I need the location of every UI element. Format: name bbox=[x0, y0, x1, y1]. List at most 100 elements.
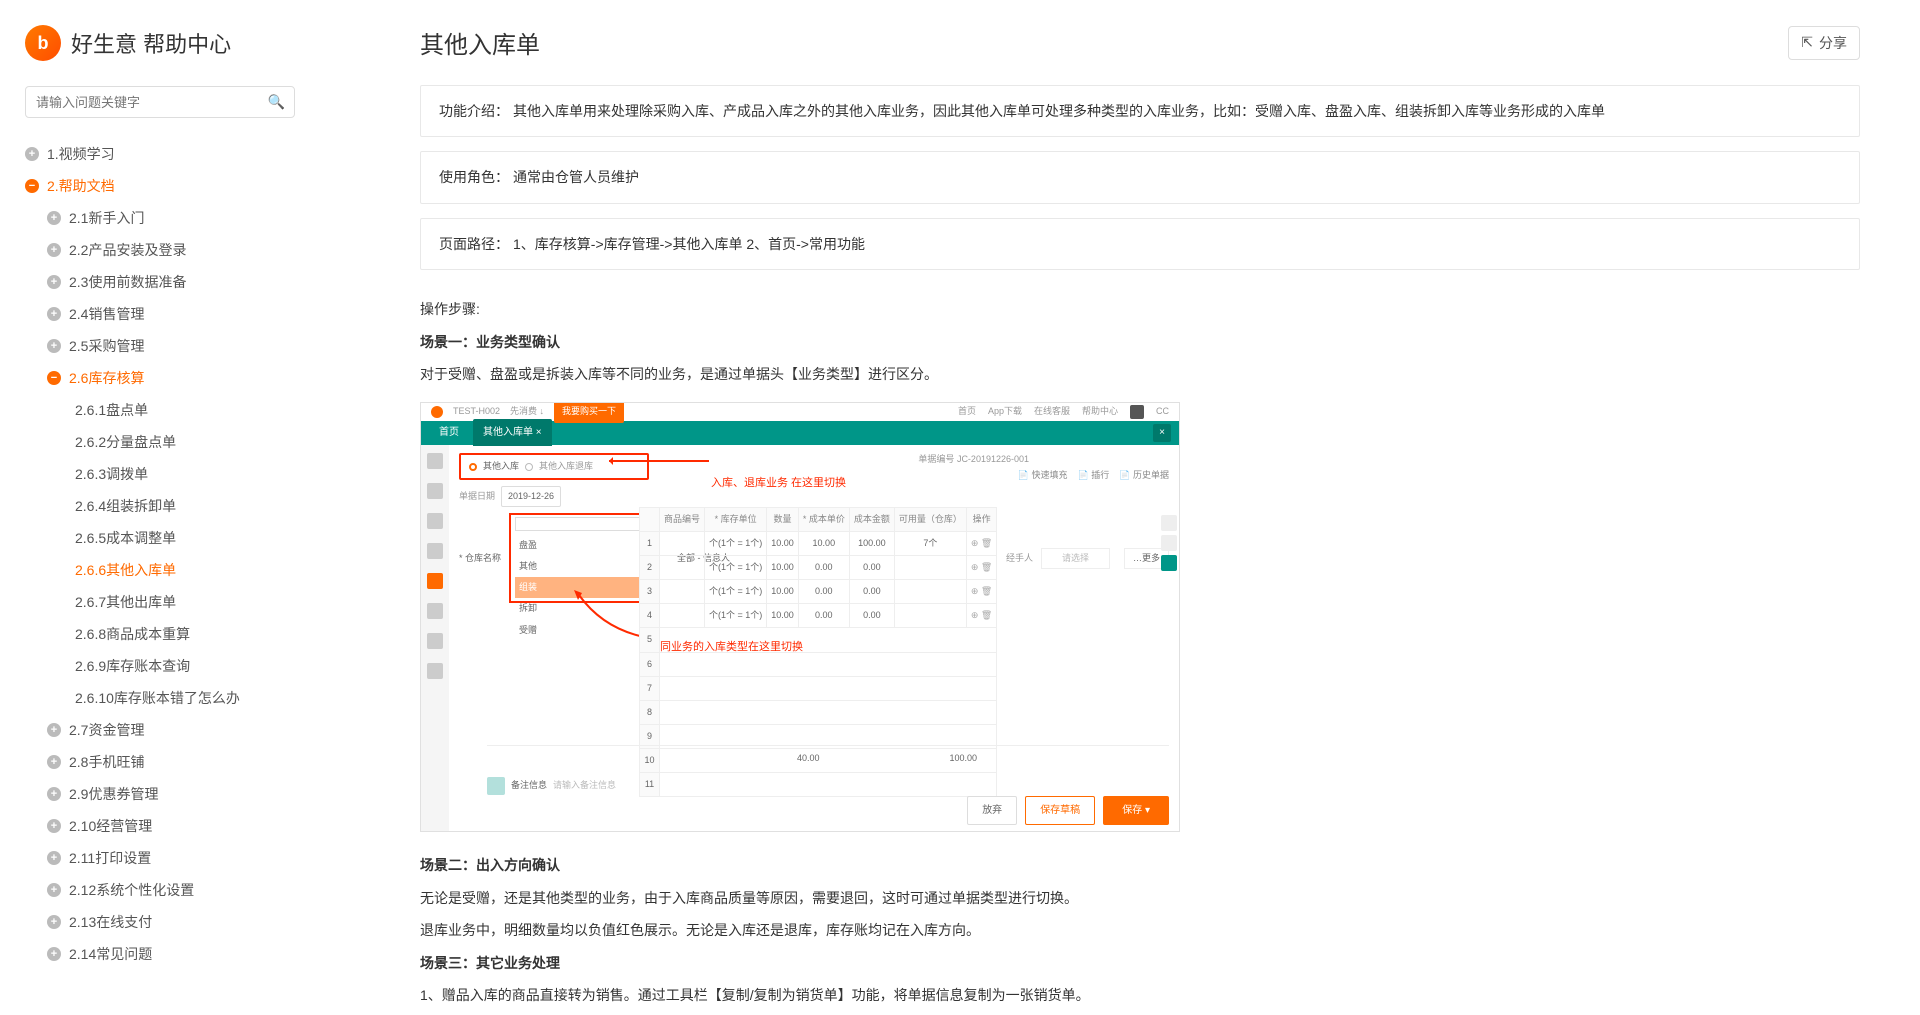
ss-link-home[interactable]: 首页 bbox=[958, 403, 976, 420]
search-icon[interactable]: 🔍 bbox=[268, 94, 285, 111]
ss-rb-icon[interactable] bbox=[1161, 555, 1177, 571]
scene3-p1: 1、赠品入库的商品直接转为销售。通过工具栏【复制/复制为销货单】功能，将单据信息… bbox=[420, 982, 1860, 1009]
ss-side-icon[interactable] bbox=[427, 483, 443, 499]
ss-link-service[interactable]: 在线客服 bbox=[1034, 403, 1070, 420]
nav-2-5[interactable]: +2.5采购管理 bbox=[25, 330, 295, 362]
ss-side-icon[interactable] bbox=[427, 603, 443, 619]
table-row[interactable]: 2个(1个 = 1个)10.000.000.00⊕ 🗑 bbox=[640, 556, 997, 580]
ss-side-icon[interactable] bbox=[427, 543, 443, 559]
share-label: 分享 bbox=[1819, 33, 1847, 53]
nav: +1.视频学习 −2.帮助文档 +2.1新手入门 +2.2产品安装及登录 +2.… bbox=[25, 138, 295, 970]
table-row[interactable]: 7 bbox=[640, 676, 997, 700]
nav-video[interactable]: +1.视频学习 bbox=[25, 138, 295, 170]
ss-save-button[interactable]: 保存 ▾ bbox=[1103, 796, 1169, 825]
nav-2-10[interactable]: +2.10经营管理 bbox=[25, 810, 295, 842]
scene2-p2: 退库业务中，明细数量均以负值红色展示。无论是入库还是退库，库存账均记在入库方向。 bbox=[420, 917, 1860, 944]
ss-side-icon[interactable] bbox=[427, 633, 443, 649]
path-box: 页面路径：1、库存核算->库存管理->其他入库单 2、首页->常用功能 bbox=[420, 218, 1860, 270]
ss-close-icon[interactable]: × bbox=[1153, 424, 1171, 442]
ss-tab-home[interactable]: 首页 bbox=[429, 419, 469, 446]
ss-user: CC bbox=[1156, 403, 1169, 420]
table-row[interactable]: 8 bbox=[640, 700, 997, 724]
search-input[interactable] bbox=[25, 86, 295, 118]
table-row[interactable]: 3个(1个 = 1个)10.000.000.00⊕ 🗑 bbox=[640, 580, 997, 604]
nav-2-7[interactable]: +2.7资金管理 bbox=[25, 714, 295, 746]
ss-jsr-label: 经手人 bbox=[1006, 550, 1033, 567]
nav-2-8[interactable]: +2.8手机旺铺 bbox=[25, 746, 295, 778]
sidebar: b 好生意 帮助中心 🔍 +1.视频学习 −2.帮助文档 +2.1新手入门 +2… bbox=[0, 0, 320, 1015]
ss-goto: 先消费 ↓ bbox=[510, 403, 544, 420]
ss-rightbar bbox=[1161, 515, 1179, 571]
nav-2-2[interactable]: +2.2产品安装及登录 bbox=[25, 234, 295, 266]
radio-icon[interactable] bbox=[525, 463, 533, 471]
nav-2-6-2[interactable]: 2.6.2分量盘点单 bbox=[25, 426, 295, 458]
ss-tool-history[interactable]: 历史单据 bbox=[1119, 467, 1169, 484]
ss-totals: 40.00 100.00 bbox=[487, 745, 1169, 771]
radio-icon[interactable] bbox=[469, 463, 477, 471]
nav-2-3[interactable]: +2.3使用前数据准备 bbox=[25, 266, 295, 298]
nav-2-6-5[interactable]: 2.6.5成本调整单 bbox=[25, 522, 295, 554]
ss-tab-current[interactable]: 其他入库单 × bbox=[473, 419, 552, 446]
ss-buy-button[interactable]: 我要购买一下 bbox=[554, 402, 624, 423]
brand-row: b 好生意 帮助中心 bbox=[25, 25, 295, 61]
ss-rb-icon[interactable] bbox=[1161, 515, 1177, 531]
nav-2-6[interactable]: −2.6库存核算 bbox=[25, 362, 295, 394]
nav-docs[interactable]: −2.帮助文档 bbox=[25, 170, 295, 202]
ss-side-icon-active[interactable] bbox=[427, 573, 443, 589]
nav-2-6-3[interactable]: 2.6.3调拨单 bbox=[25, 458, 295, 490]
role-label: 使用角色： bbox=[439, 169, 509, 185]
ss-dd-opt[interactable]: 其他 bbox=[515, 556, 643, 577]
table-row[interactable]: 4个(1个 = 1个)10.000.000.00⊕ 🗑 bbox=[640, 604, 997, 628]
ss-main: 单据编号 JC-20191226-001 其他入库 其他入库退库 入库、退库业务… bbox=[449, 445, 1179, 831]
ss-side-icon[interactable] bbox=[427, 663, 443, 679]
ss-date-input[interactable]: 2019-12-26 bbox=[501, 486, 561, 507]
steps-section: 操作步骤: 场景一：业务类型确认 对于受赠、盘盈或是拆装入库等不同的业务，是通过… bbox=[420, 296, 1860, 1009]
ss-tool-insert[interactable]: 插行 bbox=[1078, 467, 1110, 484]
nav-2-4[interactable]: +2.4销售管理 bbox=[25, 298, 295, 330]
ss-remark-input[interactable]: 请输入备注信息 bbox=[553, 777, 616, 794]
logo-icon: b bbox=[25, 25, 61, 61]
ss-wh-label: * 仓库名称 bbox=[459, 550, 501, 567]
ss-tool-fill[interactable]: 快速填充 bbox=[1018, 467, 1068, 484]
ss-test-label: TEST-H002 bbox=[453, 403, 500, 420]
ss-dd-opt[interactable]: 盘盈 bbox=[515, 535, 643, 556]
ss-toolbar: 快速填充 插行 历史单据 bbox=[1018, 467, 1169, 484]
nav-2-6-4[interactable]: 2.6.4组装拆卸单 bbox=[25, 490, 295, 522]
share-icon: ⇱ bbox=[1801, 34, 1813, 51]
nav-2-6-6[interactable]: 2.6.6其他入库单 bbox=[25, 554, 295, 586]
ss-radio1[interactable]: 其他入库 bbox=[483, 458, 519, 475]
ss-dropdown-input[interactable] bbox=[515, 517, 643, 531]
intro-label: 功能介绍： bbox=[439, 103, 509, 119]
nav-2-11[interactable]: +2.11打印设置 bbox=[25, 842, 295, 874]
ss-side-icon[interactable] bbox=[427, 453, 443, 469]
ss-cancel-button[interactable]: 放弃 bbox=[967, 796, 1017, 825]
nav-2-6-7[interactable]: 2.6.7其他出库单 bbox=[25, 586, 295, 618]
nav-2-14[interactable]: +2.14常见问题 bbox=[25, 938, 295, 970]
ss-avatar-icon[interactable] bbox=[1130, 405, 1144, 419]
ss-code: 单据编号 JC-20191226-001 bbox=[918, 451, 1029, 468]
nav-2-6-8[interactable]: 2.6.8商品成本重算 bbox=[25, 618, 295, 650]
ss-rb-icon[interactable] bbox=[1161, 535, 1177, 551]
scene1-text: 对于受赠、盘盈或是拆装入库等不同的业务，是通过单据头【业务类型】进行区分。 bbox=[420, 361, 1860, 388]
ss-link-app[interactable]: App下载 bbox=[988, 403, 1022, 420]
brand-title: 好生意 帮助中心 bbox=[71, 27, 231, 59]
ss-total-amt: 100.00 bbox=[950, 750, 978, 767]
nav-2-6-1[interactable]: 2.6.1盘点单 bbox=[25, 394, 295, 426]
role-box: 使用角色：通常由仓管人员维护 bbox=[420, 151, 1860, 203]
nav-2-1[interactable]: +2.1新手入门 bbox=[25, 202, 295, 234]
nav-2-12[interactable]: +2.12系统个性化设置 bbox=[25, 874, 295, 906]
nav-2-13[interactable]: +2.13在线支付 bbox=[25, 906, 295, 938]
ss-radio2[interactable]: 其他入库退库 bbox=[539, 458, 593, 475]
nav-2-9[interactable]: +2.9优惠券管理 bbox=[25, 778, 295, 810]
ss-radio-row: 其他入库 其他入库退库 bbox=[459, 453, 649, 480]
table-row[interactable]: 6 bbox=[640, 652, 997, 676]
table-row[interactable]: 5 bbox=[640, 628, 997, 652]
ss-side-icon[interactable] bbox=[427, 513, 443, 529]
ss-jsr-select[interactable]: 请选择 bbox=[1041, 548, 1110, 569]
ss-link-help[interactable]: 帮助中心 bbox=[1082, 403, 1118, 420]
nav-2-6-10[interactable]: 2.6.10库存账本错了怎么办 bbox=[25, 682, 295, 714]
ss-draft-button[interactable]: 保存草稿 bbox=[1025, 796, 1095, 825]
table-row[interactable]: 1个(1个 = 1个)10.0010.00100.007个⊕ 🗑 bbox=[640, 532, 997, 556]
nav-2-6-9[interactable]: 2.6.9库存账本查询 bbox=[25, 650, 295, 682]
share-button[interactable]: ⇱ 分享 bbox=[1788, 26, 1860, 60]
